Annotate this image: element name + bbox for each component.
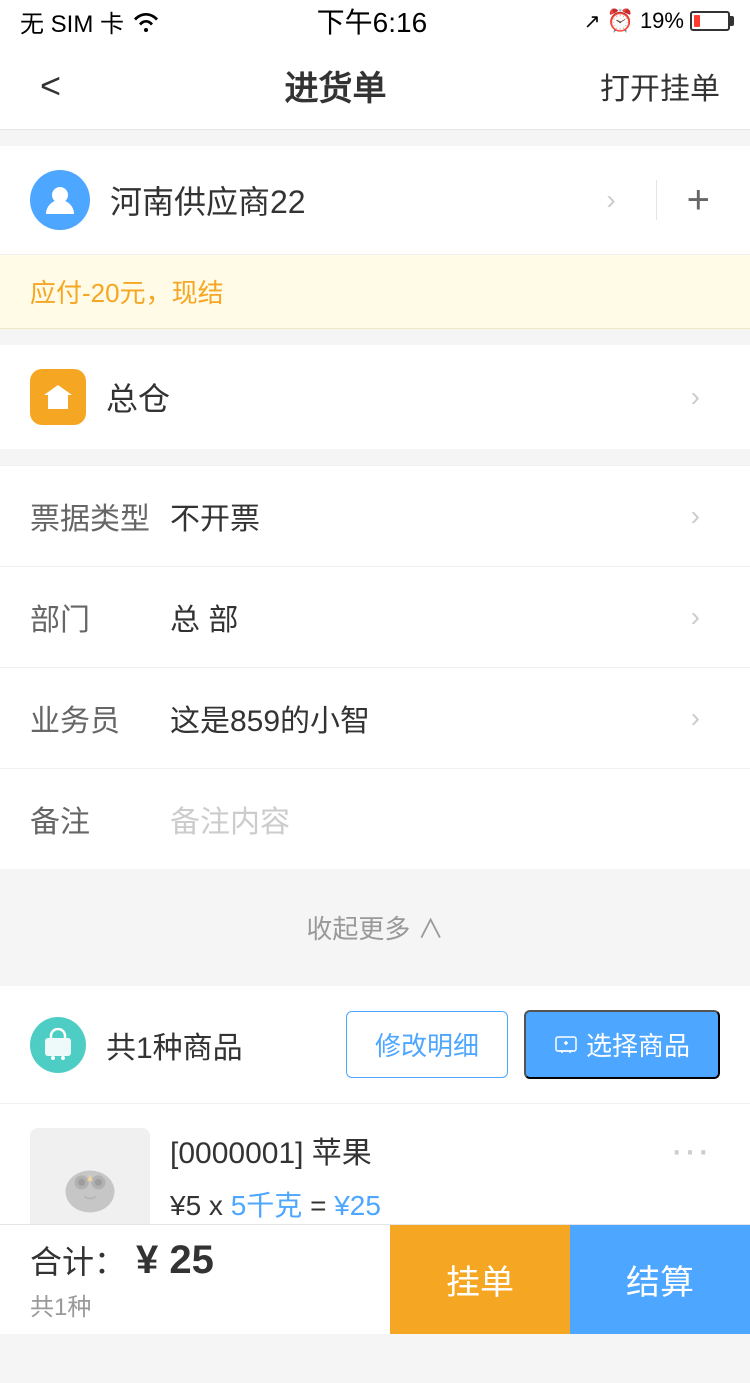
subtotal: ¥25 (334, 1190, 381, 1221)
status-time: 下午6:16 (317, 1, 428, 41)
supplier-alert: 应付-20元，现结 (0, 255, 750, 329)
battery-label: 19% (640, 8, 684, 34)
carrier-label: 无 SIM 卡 (20, 4, 124, 39)
select-product-label: 选择商品 (586, 1026, 690, 1063)
supplier-chevron-icon: › (606, 184, 615, 216)
salesman-chevron-icon: › (691, 702, 700, 734)
warehouse-row[interactable]: 总仓 › (0, 345, 750, 449)
supplier-row[interactable]: 河南供应商22 › + (0, 146, 750, 255)
total-row: 合计： ¥ 25 (30, 1237, 360, 1283)
home-icon (42, 381, 74, 413)
alarm-icon: ⏰ (607, 8, 634, 34)
back-button[interactable]: < (30, 55, 71, 117)
remark-label: 备注 (30, 797, 150, 841)
quantity: 5千克 (231, 1190, 303, 1221)
status-left: 无 SIM 卡 (20, 4, 160, 39)
dept-label: 部门 (30, 595, 150, 639)
product-code: [0000001] 苹果 (170, 1137, 372, 1170)
unit-price: ¥5 x (170, 1190, 231, 1221)
collapse-toggle[interactable]: 收起更多 ∧ (0, 885, 750, 970)
form-section: 票据类型 不开票 › 部门 总 部 › 业务员 这是859的小智 › 备注 备注… (0, 465, 750, 869)
footer: 合计： ¥ 25 共1种 挂单 结算 (0, 1224, 750, 1334)
total-amount: ¥ 25 (136, 1238, 214, 1283)
invoice-value: 不开票 (150, 494, 691, 538)
warehouse-chevron-icon: › (691, 381, 700, 413)
remark-input[interactable]: 备注内容 (150, 797, 720, 841)
person-icon (42, 182, 78, 218)
dept-value: 总 部 (150, 595, 691, 639)
select-product-button[interactable]: 选择商品 (524, 1010, 720, 1079)
warehouse-section: 总仓 › (0, 345, 750, 449)
open-pending-button[interactable]: 打开挂单 (600, 64, 720, 108)
location-icon: ↗ (584, 9, 601, 34)
warehouse-icon (30, 369, 86, 425)
divider (656, 180, 657, 220)
dept-chevron-icon: › (691, 601, 700, 633)
dept-row[interactable]: 部门 总 部 › (0, 566, 750, 667)
warehouse-name: 总仓 (106, 374, 691, 420)
status-bar: 无 SIM 卡 下午6:16 ↗ ⏰ 19% (0, 0, 750, 42)
product-price-row: ¥5 x 5千克 = ¥25 (170, 1184, 640, 1224)
product-icon (30, 1017, 86, 1073)
pending-button[interactable]: 挂单 (390, 1225, 570, 1334)
status-right: ↗ ⏰ 19% (584, 8, 730, 34)
owl-logo-icon (55, 1153, 125, 1223)
cart-icon (41, 1028, 75, 1062)
footer-total: 合计： ¥ 25 共1种 (0, 1225, 390, 1334)
salesman-row[interactable]: 业务员 这是859的小智 › (0, 667, 750, 768)
invoice-label: 票据类型 (30, 494, 150, 538)
total-label: 合计： (30, 1237, 126, 1283)
supplier-name: 河南供应商22 (110, 177, 606, 223)
page-title: 进货单 (285, 61, 387, 110)
invoice-chevron-icon: › (691, 500, 700, 532)
battery-icon (690, 11, 730, 31)
remark-row[interactable]: 备注 备注内容 (0, 768, 750, 869)
select-product-icon (554, 1033, 578, 1057)
salesman-label: 业务员 (30, 696, 150, 740)
product-count: 共1种商品 (106, 1023, 346, 1067)
settle-button[interactable]: 结算 (570, 1225, 750, 1334)
total-sub: 共1种 (30, 1287, 360, 1322)
edit-detail-button[interactable]: 修改明细 (346, 1011, 508, 1078)
add-supplier-button[interactable]: + (677, 178, 720, 223)
product-header: 共1种商品 修改明细 选择商品 (0, 986, 750, 1104)
invoice-row[interactable]: 票据类型 不开票 › (0, 465, 750, 566)
nav-bar: < 进货单 打开挂单 (0, 42, 750, 130)
equals: = (310, 1190, 334, 1221)
supplier-avatar (30, 170, 90, 230)
salesman-value: 这是859的小智 (150, 696, 691, 740)
product-name: [0000001] 苹果 (170, 1128, 640, 1172)
wifi-icon (132, 10, 160, 32)
supplier-section: 河南供应商22 › + 应付-20元，现结 (0, 146, 750, 329)
